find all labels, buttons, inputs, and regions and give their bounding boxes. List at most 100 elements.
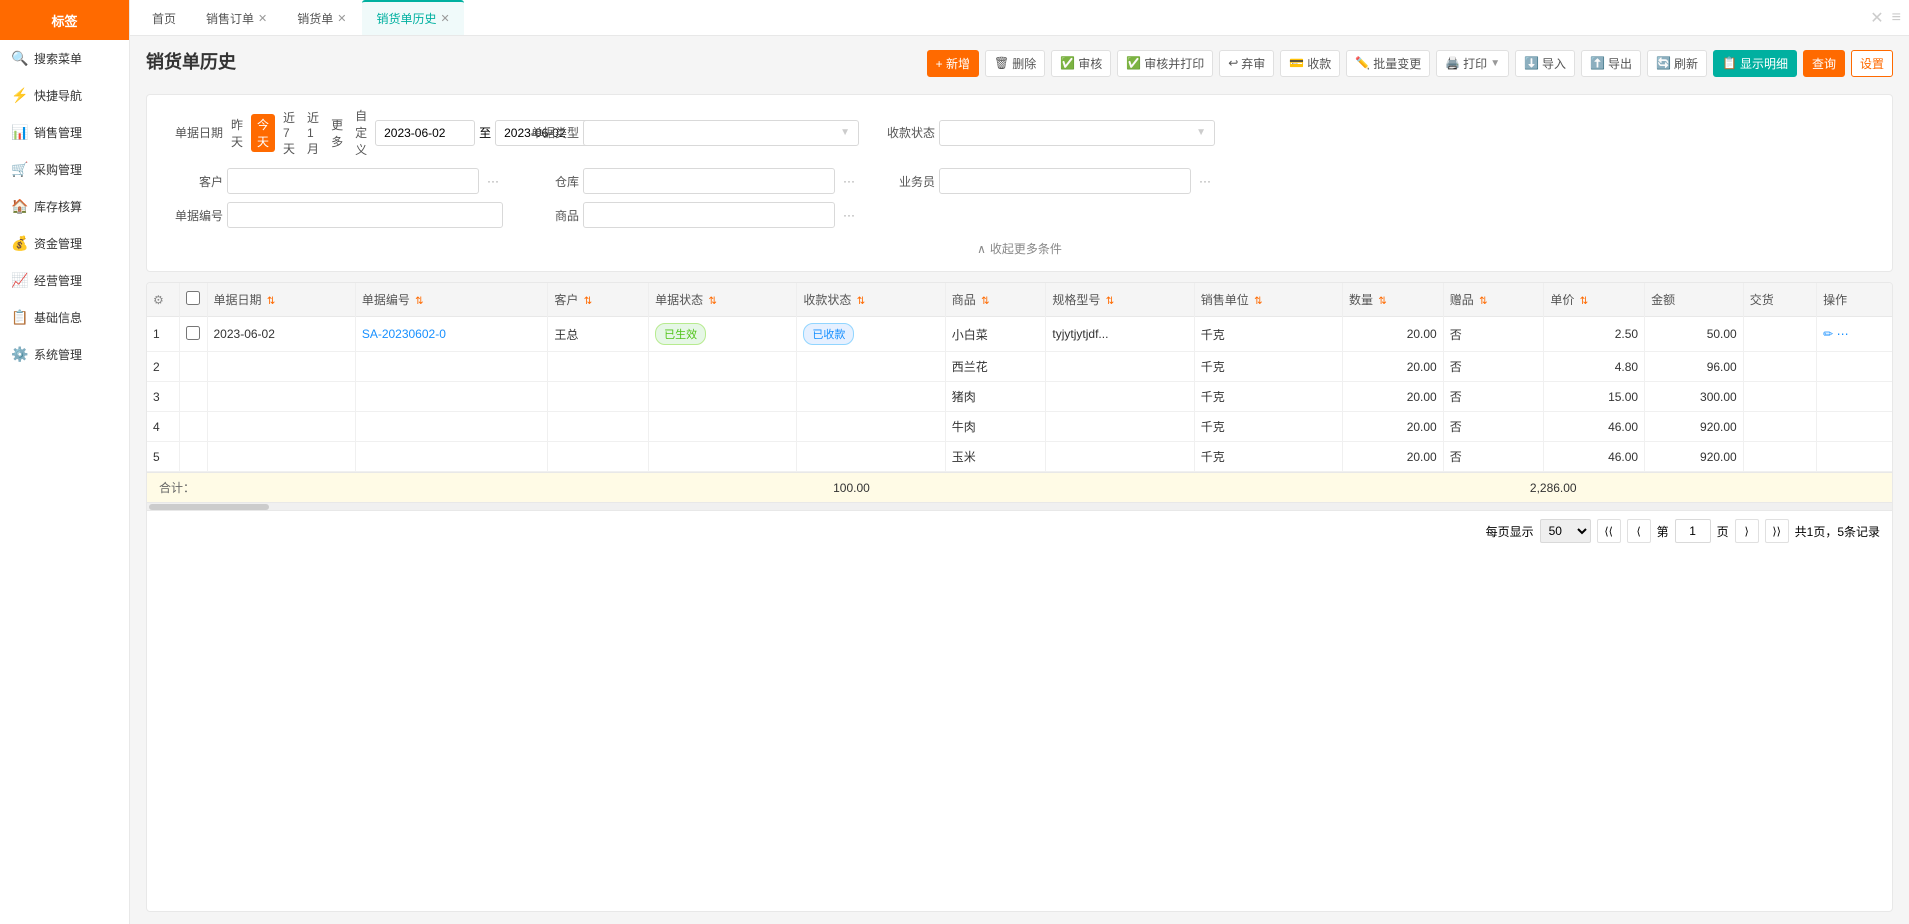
date-shortcut-1month[interactable]: 近1月 <box>303 107 323 159</box>
td-price: 15.00 <box>1544 382 1645 412</box>
display-button[interactable]: 📋 显示明细 <box>1713 50 1797 77</box>
td-checkbox <box>179 442 207 472</box>
date-shortcut-more[interactable]: 更多 <box>327 114 347 152</box>
toolbar: + 新增 🗑 删除 ✅ 审核 ✅ 审核并打印 ↩ 弃审 <box>927 50 1893 77</box>
th-doc-status-label: 单据状态 <box>655 293 703 307</box>
sidebar-item-operations-mgmt[interactable]: 📈 经营管理 <box>0 262 129 299</box>
sidebar-item-inventory[interactable]: 🏠 库存核算 <box>0 188 129 225</box>
more-action[interactable]: ⋯ <box>1837 327 1849 341</box>
sidebar-item-system-mgmt[interactable]: ⚙️ 系统管理 <box>0 336 129 373</box>
td-index: 4 <box>147 412 179 442</box>
td-amount: 920.00 <box>1645 412 1744 442</box>
settings-gear-icon[interactable]: ⚙ <box>153 293 164 307</box>
page-last-btn[interactable]: ⟩⟩ <box>1765 519 1789 543</box>
filter-area: 单据日期 昨天 今天 近7天 近1月 更多 自定义 至 单据类型 <box>146 94 1893 272</box>
th-doc-status-sort[interactable]: ⇅ <box>708 296 716 307</box>
customer-ellipsis[interactable]: ··· <box>483 172 503 190</box>
th-date-sort[interactable]: ⇅ <box>267 296 275 307</box>
tabs-menu[interactable]: ≡ <box>1892 9 1901 27</box>
th-docno-sort[interactable]: ⇅ <box>415 296 423 307</box>
th-customer-sort[interactable]: ⇅ <box>584 296 592 307</box>
date-from-input[interactable] <box>375 120 475 146</box>
tab-sales-order-close[interactable]: ✕ <box>258 12 267 25</box>
table-scrollbar[interactable] <box>147 502 1892 510</box>
delete-button[interactable]: 🗑 删除 <box>985 50 1045 77</box>
audit-button[interactable]: ✅ 审核 <box>1051 50 1111 77</box>
th-docno-label: 单据编号 <box>362 293 410 307</box>
th-pay-status-sort[interactable]: ⇅ <box>857 296 865 307</box>
date-shortcut-yesterday[interactable]: 昨天 <box>227 114 247 152</box>
sidebar-item-label: 资金管理 <box>34 235 82 252</box>
tab-sales-goods-close[interactable]: ✕ <box>337 12 346 25</box>
edit-action[interactable]: ✏ <box>1823 327 1833 341</box>
date-shortcut-7days[interactable]: 近7天 <box>279 107 299 159</box>
tab-home[interactable]: 首页 <box>138 0 190 35</box>
sidebar-item-finance-mgmt[interactable]: 💰 资金管理 <box>0 225 129 262</box>
footer-data: 100.00 2,286.00 <box>203 481 1880 495</box>
batch-change-button[interactable]: ✏️ 批量变更 <box>1346 50 1430 77</box>
th-gift-sort[interactable]: ⇅ <box>1479 296 1487 307</box>
page-next-btn[interactable]: ⟩ <box>1735 519 1759 543</box>
tabs-close-all[interactable]: ✕ <box>1870 8 1883 28</box>
customer-input[interactable] <box>227 168 479 194</box>
collect-button[interactable]: 💳 收款 <box>1280 50 1340 77</box>
th-spec-sort[interactable]: ⇅ <box>1106 296 1114 307</box>
query-button[interactable]: 查询 <box>1803 50 1845 77</box>
td-customer: 王总 <box>548 317 649 352</box>
sidebar-item-purchase-mgmt[interactable]: 🛒 采购管理 <box>0 151 129 188</box>
th-goods-sort[interactable]: ⇅ <box>981 296 989 307</box>
staff-label: 业务员 <box>875 173 935 190</box>
collect-icon: 💳 <box>1289 56 1304 70</box>
row-checkbox[interactable] <box>186 326 200 340</box>
goods-ellipsis[interactable]: ··· <box>839 206 859 224</box>
td-date <box>207 412 355 442</box>
warehouse-ellipsis[interactable]: ··· <box>839 172 859 190</box>
date-shortcut-custom[interactable]: 自定义 <box>351 105 371 160</box>
status-select[interactable]: ▼ <box>939 120 1215 146</box>
select-all-checkbox[interactable] <box>186 291 200 305</box>
th-price-sort[interactable]: ⇅ <box>1580 296 1588 307</box>
scroll-thumb[interactable] <box>149 504 269 510</box>
tab-sales-goods[interactable]: 销货单 ✕ <box>283 0 360 35</box>
staff-input[interactable] <box>939 168 1191 194</box>
page-number-input[interactable] <box>1675 519 1711 543</box>
refresh-button[interactable]: 🔄 刷新 <box>1647 50 1707 77</box>
sidebar-item-search-menu[interactable]: 🔍 搜索菜单 <box>0 40 129 77</box>
th-unit-sort[interactable]: ⇅ <box>1254 296 1262 307</box>
warehouse-input[interactable] <box>583 168 835 194</box>
table-row: 2 西兰花 千克 20.00 否 4.80 96.00 <box>147 352 1892 382</box>
td-price: 46.00 <box>1544 442 1645 472</box>
print-button[interactable]: 🖨️ 打印 ▼ <box>1436 50 1509 77</box>
td-unit: 千克 <box>1194 442 1342 472</box>
collapse-button[interactable]: ∧ 收起更多条件 <box>163 236 1876 261</box>
th-qty-sort[interactable]: ⇅ <box>1378 296 1386 307</box>
export-button[interactable]: ⬆️ 导出 <box>1581 50 1641 77</box>
sidebar-item-basic-info[interactable]: 📋 基础信息 <box>0 299 129 336</box>
discard-button[interactable]: ↩ 弃审 <box>1219 50 1274 77</box>
date-shortcut-today[interactable]: 今天 <box>251 114 275 152</box>
clipboard-icon: 📋 <box>12 310 28 326</box>
page-first-btn[interactable]: ⟨⟨ <box>1597 519 1621 543</box>
per-page-select[interactable]: 50 100 200 <box>1540 519 1591 543</box>
staff-ellipsis[interactable]: ··· <box>1195 172 1215 190</box>
tab-sales-history-close[interactable]: ✕ <box>441 12 450 25</box>
sidebar-item-sales-mgmt[interactable]: 📊 销售管理 <box>0 114 129 151</box>
docno-input[interactable] <box>227 202 503 228</box>
sidebar-item-quick-nav[interactable]: ⚡ 快捷导航 <box>0 77 129 114</box>
goods-input[interactable] <box>583 202 835 228</box>
import-button[interactable]: ⬇️ 导入 <box>1515 50 1575 77</box>
tab-sales-history[interactable]: 销货单历史 ✕ <box>362 0 463 35</box>
total-records: 共1页，5条记录 <box>1795 523 1880 540</box>
new-button[interactable]: + 新增 <box>927 50 979 77</box>
tab-sales-order[interactable]: 销售订单 ✕ <box>192 0 281 35</box>
td-qty: 20.00 <box>1343 412 1444 442</box>
export-icon: ⬆️ <box>1590 56 1605 70</box>
table-footer: 合计： 100.00 2,286.00 <box>147 472 1892 502</box>
doc-no-link[interactable]: SA-20230602-0 <box>362 327 446 341</box>
settings-button[interactable]: 设置 <box>1851 50 1893 77</box>
td-docno <box>355 442 548 472</box>
td-pay-status <box>797 382 945 412</box>
audit-print-button[interactable]: ✅ 审核并打印 <box>1117 50 1213 77</box>
type-select[interactable]: ▼ <box>583 120 859 146</box>
page-prev-btn[interactable]: ⟨ <box>1627 519 1651 543</box>
